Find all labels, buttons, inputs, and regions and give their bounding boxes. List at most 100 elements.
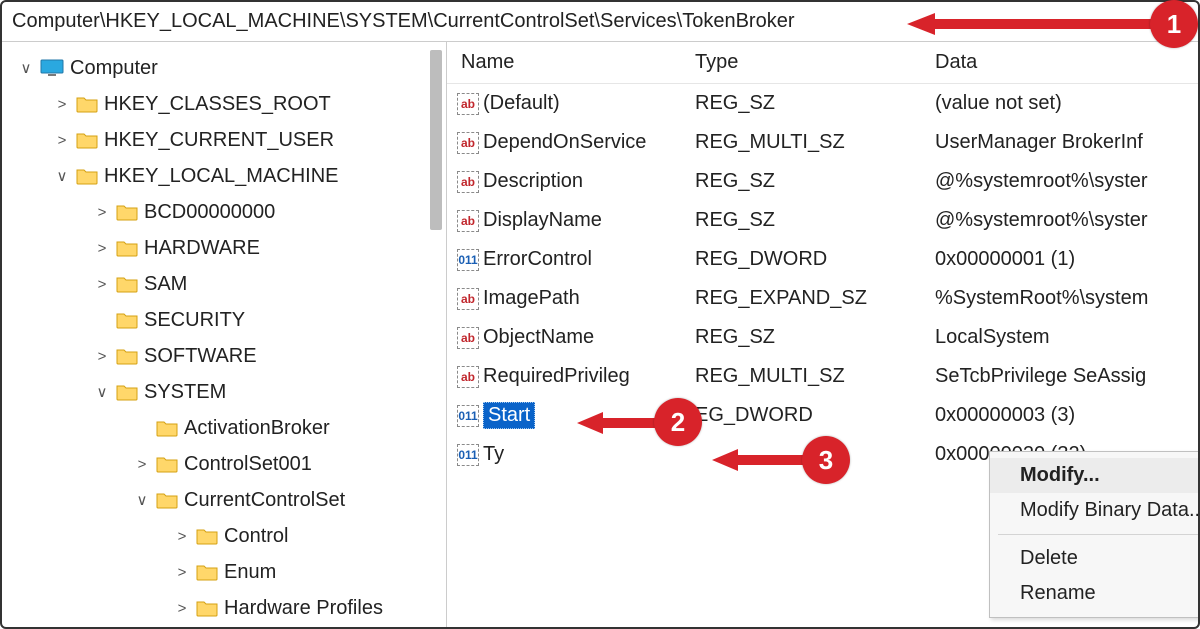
value-row[interactable]: 011StartEG_DWORD0x00000003 (3) [447, 396, 1198, 435]
tree-item[interactable]: >Control [2, 518, 446, 554]
context-menu: Modify...Modify Binary Data... DeleteRena… [989, 451, 1198, 618]
tree-item[interactable]: >HKEY_CLASSES_ROOT [2, 86, 446, 122]
expander-icon[interactable]: > [54, 132, 70, 149]
value-row[interactable]: abObjectNameREG_SZLocalSystem [447, 318, 1198, 357]
tree-label: CurrentControlSet [184, 489, 345, 512]
expander-icon[interactable]: > [94, 240, 110, 257]
tree-item[interactable]: > Enum [2, 554, 446, 590]
tree-label: SOFTWARE [144, 345, 257, 368]
binary-value-icon: 011 [457, 405, 479, 427]
folder-icon [116, 203, 138, 221]
col-header-name[interactable]: Name [447, 51, 695, 74]
menu-item[interactable]: Rename [990, 576, 1198, 611]
tree-label: SAM [144, 273, 187, 296]
tree-item[interactable]: > HKEY_CURRENT_USER [2, 122, 446, 158]
value-row[interactable]: abDisplayNameREG_SZ@%systemroot%\syster [447, 201, 1198, 240]
folder-icon [116, 239, 138, 257]
string-value-icon: ab [457, 327, 479, 349]
tree-label: Enum [224, 561, 276, 584]
value-data: 0x00000001 (1) [935, 248, 1198, 271]
value-type: REG_SZ [695, 170, 935, 193]
value-name: Description [483, 170, 583, 193]
value-type: EG_DWORD [695, 404, 935, 427]
tree-item[interactable]: > SOFTWARE [2, 338, 446, 374]
expander-icon[interactable]: > [174, 600, 190, 617]
menu-item[interactable]: Modify Binary Data... [990, 493, 1198, 528]
tree-item[interactable]: ∨SYSTEM [2, 374, 446, 410]
tree-item[interactable]: > SAM [2, 266, 446, 302]
value-data: @%systemroot%\syster [935, 170, 1198, 193]
value-name: ImagePath [483, 287, 580, 310]
tree-label: HKEY_CURRENT_USER [104, 129, 334, 152]
expander-icon[interactable]: ∨ [54, 167, 70, 185]
value-name: Ty [483, 443, 504, 466]
value-name-cell[interactable]: ab(Default) [447, 92, 695, 115]
value-row[interactable]: abImagePathREG_EXPAND_SZ%SystemRoot%\sys… [447, 279, 1198, 318]
tree-label: Hardware Profiles [224, 597, 383, 620]
value-type: REG_SZ [695, 326, 935, 349]
expander-icon[interactable]: > [134, 456, 150, 473]
value-row[interactable]: 011ErrorControlREG_DWORD0x00000001 (1) [447, 240, 1198, 279]
expander-icon[interactable]: > [174, 564, 190, 581]
value-type: REG_MULTI_SZ [695, 131, 935, 154]
tree-item[interactable]: ∨ CurrentControlSet [2, 482, 446, 518]
value-name: DependOnService [483, 131, 646, 154]
tree-label: BCD00000000 [144, 201, 275, 224]
value-name-cell[interactable]: 011Start [447, 402, 695, 429]
tree-item[interactable]: >ControlSet001 [2, 446, 446, 482]
expander-icon[interactable]: ∨ [94, 383, 110, 401]
tree-item[interactable]: > BCD00000000 [2, 194, 446, 230]
string-value-icon: ab [457, 93, 479, 115]
tree-pane: ∨ Computer >HKEY_CLASSES_ROOT>HKEY_CURRE… [2, 42, 447, 627]
expander-icon[interactable]: > [94, 276, 110, 293]
folder-icon [116, 347, 138, 365]
tree-label: ActivationBroker [184, 417, 330, 440]
value-name-cell[interactable]: abDisplayName [447, 209, 695, 232]
tree-item[interactable]: ∨HKEY_LOCAL_MACHINE [2, 158, 446, 194]
tree-scrollbar[interactable] [430, 50, 442, 230]
menu-item[interactable]: Delete [990, 541, 1198, 576]
value-name-cell[interactable]: abRequiredPrivileg [447, 365, 695, 388]
binary-value-icon: 011 [457, 444, 479, 466]
string-value-icon: ab [457, 132, 479, 154]
tree-root-computer[interactable]: ∨ Computer [2, 50, 446, 86]
col-header-type[interactable]: Type [695, 51, 935, 74]
value-data: LocalSystem [935, 326, 1198, 349]
tree-label: HARDWARE [144, 237, 260, 260]
value-name-cell[interactable]: 011Ty [447, 443, 695, 466]
expander-icon[interactable]: > [94, 348, 110, 365]
folder-icon [156, 455, 178, 473]
tree-item[interactable]: > Hardware Profiles [2, 590, 446, 626]
value-name-cell[interactable]: abObjectName [447, 326, 695, 349]
value-row[interactable]: abDependOnServiceREG_MULTI_SZUserManager… [447, 123, 1198, 162]
value-name-cell[interactable]: abDependOnService [447, 131, 695, 154]
menu-separator [998, 534, 1198, 535]
tree-item[interactable]: SECURITY [2, 302, 446, 338]
value-name-cell[interactable]: abDescription [447, 170, 695, 193]
value-row[interactable]: abRequiredPrivilegREG_MULTI_SZSeTcbPrivi… [447, 357, 1198, 396]
tree-item[interactable]: ActivationBroker [2, 410, 446, 446]
tree-item[interactable]: > HARDWARE [2, 230, 446, 266]
expander-icon[interactable]: ∨ [134, 491, 150, 509]
expander-icon[interactable]: > [54, 96, 70, 113]
address-bar[interactable]: Computer\HKEY_LOCAL_MACHINE\SYSTEM\Curre… [2, 2, 1198, 42]
expander-icon[interactable]: > [174, 528, 190, 545]
address-path: Computer\HKEY_LOCAL_MACHINE\SYSTEM\Curre… [12, 10, 795, 33]
expander-icon[interactable]: ∨ [18, 59, 34, 77]
value-name-cell[interactable]: 011ErrorControl [447, 248, 695, 271]
value-type: REG_MULTI_SZ [695, 365, 935, 388]
menu-item[interactable]: Modify... [990, 458, 1198, 493]
string-value-icon: ab [457, 288, 479, 310]
value-row[interactable]: ab(Default)REG_SZ(value not set) [447, 84, 1198, 123]
expander-icon[interactable]: > [94, 204, 110, 221]
value-type: REG_DWORD [695, 248, 935, 271]
col-header-data[interactable]: Data [935, 51, 1198, 74]
value-row[interactable]: abDescriptionREG_SZ@%systemroot%\syster [447, 162, 1198, 201]
value-name: RequiredPrivileg [483, 365, 630, 388]
computer-icon [40, 59, 64, 77]
value-data: UserManager BrokerInf [935, 131, 1198, 154]
value-name-cell[interactable]: abImagePath [447, 287, 695, 310]
folder-icon [76, 167, 98, 185]
folder-icon [116, 311, 138, 329]
value-type: REG_SZ [695, 209, 935, 232]
